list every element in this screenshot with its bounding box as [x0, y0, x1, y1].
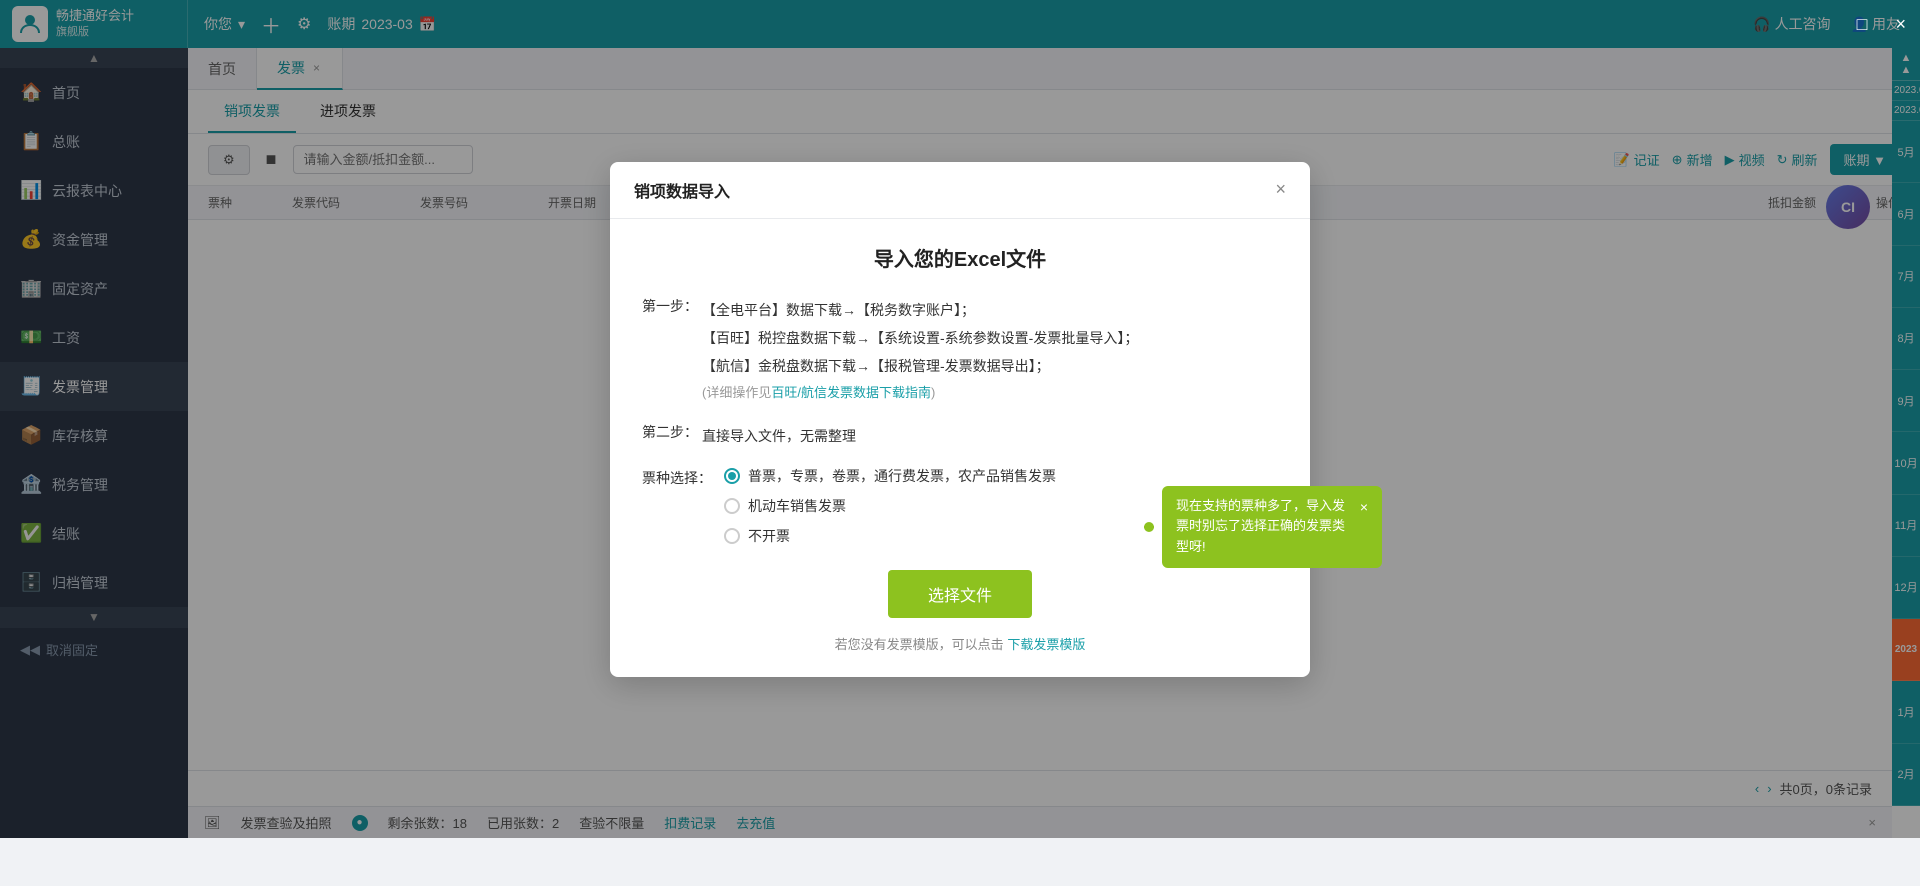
modal-overlay: 销项数据导入 × 导入您的Excel文件 第一步： 【全电平台】数据下载→【税务… — [0, 0, 1920, 838]
modal-close-button[interactable]: × — [1275, 179, 1286, 200]
tooltip-close-button[interactable]: × — [1360, 496, 1368, 518]
ticket-label-none: 不开票 — [748, 526, 790, 546]
ticket-options: 普票，专票，卷票，通行费发票，农产品销售发票 机动车销售发票 × — [724, 466, 1056, 546]
radio-none — [724, 528, 740, 544]
step1-row: 第一步： 【全电平台】数据下载→【税务数字账户】； 【百旺】税控盘数据下载→【系… — [642, 296, 1278, 406]
close-button[interactable]: × — [1881, 0, 1920, 48]
ticket-label-normal: 普票，专票，卷票，通行费发票，农产品销售发票 — [748, 466, 1056, 486]
tooltip-container: × 现在支持的票种多了，导入发票时别忘了选择正确的发票类型呀! — [1144, 486, 1382, 568]
step1-line1: 【全电平台】数据下载→【税务数字账户】； — [702, 296, 1138, 324]
import-modal: 销项数据导入 × 导入您的Excel文件 第一步： 【全电平台】数据下载→【税务… — [610, 162, 1310, 677]
radio-normal — [724, 468, 740, 484]
step2-content: 直接导入文件，无需整理 — [702, 422, 856, 450]
ticket-option-none[interactable]: 不开票 — [724, 526, 1056, 546]
tooltip-bubble: × 现在支持的票种多了，导入发票时别忘了选择正确的发票类型呀! — [1162, 486, 1382, 568]
window-controls: □ × — [1843, 0, 1920, 48]
step1-line3: 【航信】金税盘数据下载→【报税管理-发票数据导出】； — [702, 352, 1138, 380]
ticket-label: 票种选择： — [642, 466, 712, 488]
modal-header: 销项数据导入 × — [610, 162, 1310, 219]
ticket-option-normal[interactable]: 普票，专票，卷票，通行费发票，农产品销售发票 — [724, 466, 1056, 486]
guide-link[interactable]: 百旺/航信发票数据下载指南 — [771, 385, 931, 400]
download-template-link[interactable]: 下载发票模版 — [1007, 637, 1085, 652]
modal-footer: 若您没有发票模版，可以点击 下载发票模版 — [642, 634, 1278, 653]
radio-motor — [724, 498, 740, 514]
step2-row: 第二步： 直接导入文件，无需整理 — [642, 422, 1278, 450]
modal-body: 导入您的Excel文件 第一步： 【全电平台】数据下载→【税务数字账户】； 【百… — [610, 219, 1310, 677]
tooltip-line — [1144, 526, 1154, 528]
step1-label: 第一步： — [642, 296, 702, 406]
step1-line2: 【百旺】税控盘数据下载→【系统设置-系统参数设置-发票批量导入】； — [702, 324, 1138, 352]
tooltip-dot — [1144, 522, 1154, 532]
footer-text: 若您没有发票模版，可以点击 — [835, 637, 1004, 652]
ticket-option-motor[interactable]: 机动车销售发票 × 现在支持的票种多了，导入发票时别忘了选择正确的发票类型呀! — [724, 496, 1056, 516]
step2-label: 第二步： — [642, 422, 702, 450]
tooltip-text: 现在支持的票种多了，导入发票时别忘了选择正确的发票类型呀! — [1176, 498, 1345, 555]
modal-title: 销项数据导入 — [634, 178, 730, 202]
select-file-button[interactable]: 选择文件 — [888, 570, 1032, 618]
maximize-button[interactable]: □ — [1843, 0, 1882, 48]
ticket-label-motor: 机动车销售发票 — [748, 496, 846, 516]
step1-hint: (详细操作见百旺/航信发票数据下载指南) — [702, 380, 1138, 406]
step1-content: 【全电平台】数据下载→【税务数字账户】； 【百旺】税控盘数据下载→【系统设置-系… — [702, 296, 1138, 406]
modal-main-title: 导入您的Excel文件 — [642, 243, 1278, 272]
ticket-section: 票种选择： 普票，专票，卷票，通行费发票，农产品销售发票 机动车销售发票 — [642, 466, 1278, 546]
